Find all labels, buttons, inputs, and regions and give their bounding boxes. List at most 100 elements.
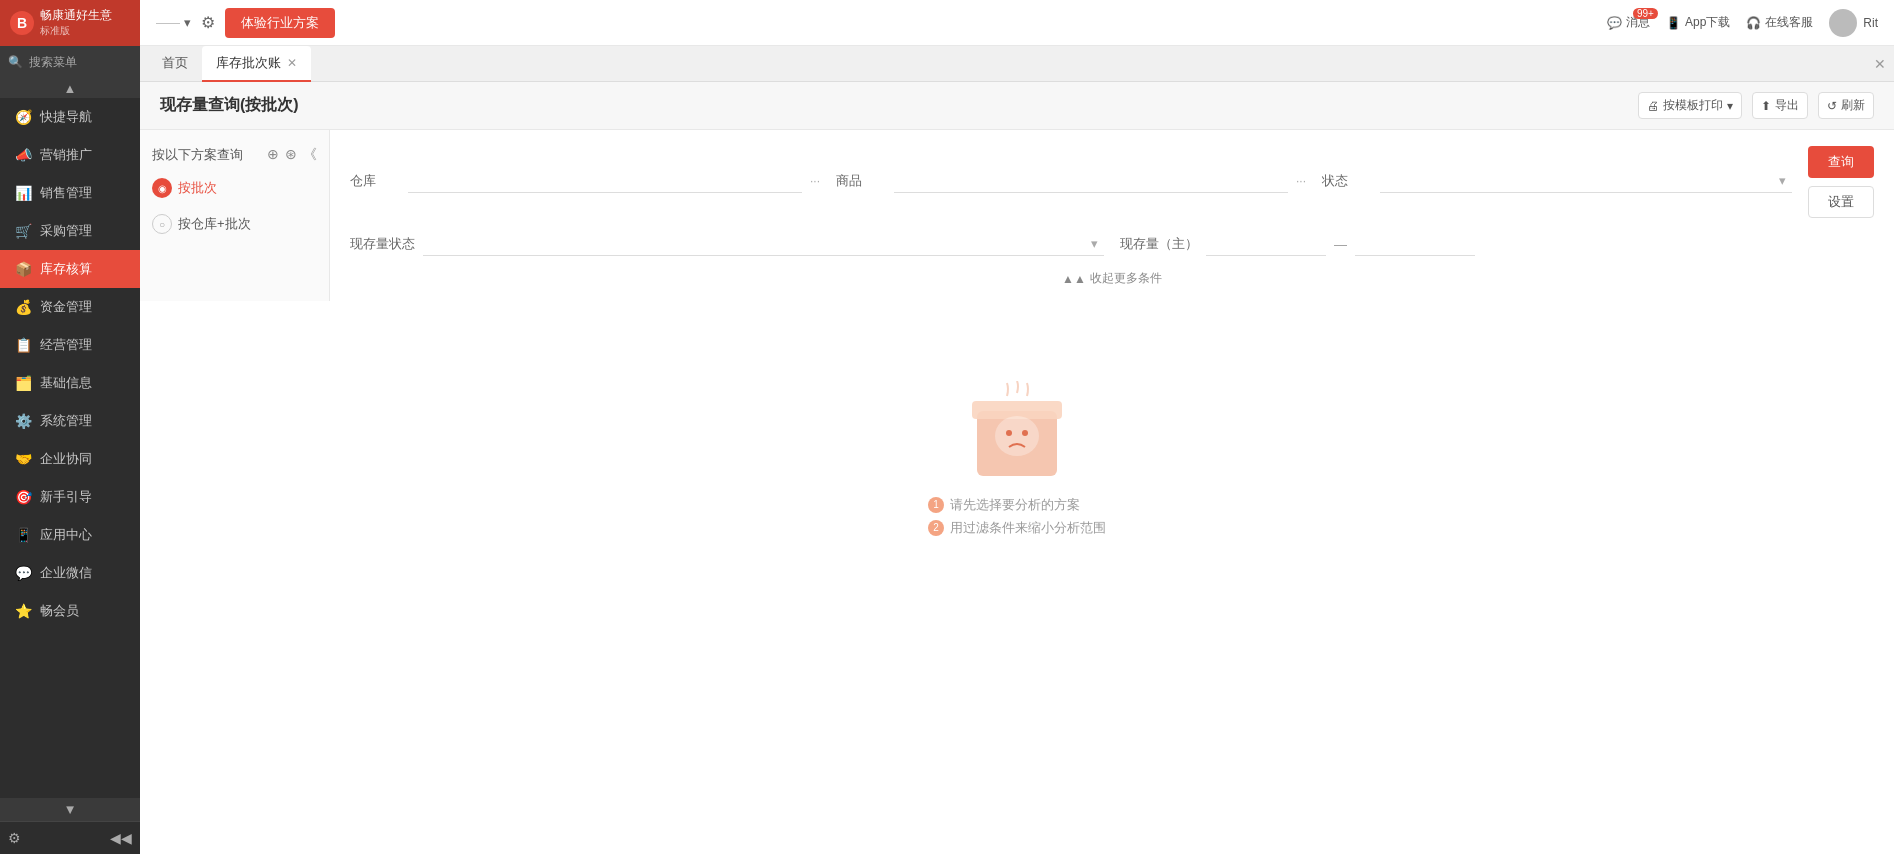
sidebar-item-label: 企业协同 [40,450,92,468]
scroll-down-btn[interactable]: ▼ [0,798,140,821]
scheme-batch[interactable]: ◉ 按批次 [140,170,329,206]
sidebar-item-label: 库存核算 [40,260,92,278]
topbar-right: 💬 消息 99+ 📱 App下载 🎧 在线客服 Rit [1607,9,1878,37]
filter-main: 仓库 ··· 商品 ··· 状态 ▾ [330,130,1894,301]
stock-qty-field: 现存量（主） — [1120,232,1874,256]
app-version: 标准版 [40,24,112,38]
search-label: 搜索菜单 [29,54,77,71]
main-content: —— ▾ ⚙ 体验行业方案 💬 消息 99+ 📱 App下载 🎧 在线客服 [140,0,1894,854]
nav-icon: 🎯 [14,488,32,506]
sidebar-header: B 畅康通好生意 标准版 [0,0,140,46]
goods-more-icon[interactable]: ··· [1296,174,1306,188]
nav-icon: 📱 [14,526,32,544]
sidebar-item-label: 新手引导 [40,488,92,506]
status-select[interactable]: ▾ [1380,169,1792,193]
collapse-scheme-icon[interactable]: 《 [303,146,317,164]
scheme-warehouse-batch[interactable]: ○ 按仓库+批次 [140,206,329,242]
topbar: —— ▾ ⚙ 体验行业方案 💬 消息 99+ 📱 App下载 🎧 在线客服 [140,0,1894,46]
print-template-btn[interactable]: 🖨 按模板打印 ▾ [1638,92,1742,119]
nav-icon: 💰 [14,298,32,316]
page-content: 现存量查询(按批次) 🖨 按模板打印 ▾ ⬆ 导出 ↺ 刷新 [140,82,1894,854]
sidebar-item-label: 系统管理 [40,412,92,430]
warehouse-input[interactable] [408,169,802,193]
stock-status-label: 现存量状态 [350,235,415,253]
page-title: 现存量查询(按批次) [160,95,299,116]
svg-point-3 [1006,430,1012,436]
stock-qty-min-input[interactable] [1206,232,1326,256]
sidebar-item-sales[interactable]: 📊 销售管理 [0,174,140,212]
sidebar-item-inventory[interactable]: 📦 库存核算 [0,250,140,288]
goods-field: 商品 ··· [836,169,1306,193]
nav-icon: 🛒 [14,222,32,240]
dropdown-arrow-icon: ▾ [184,15,191,30]
query-btn[interactable]: 查询 [1808,146,1874,178]
stock-status-select[interactable]: ▾ [423,232,1104,256]
sidebar-item-enterprise[interactable]: 🤝 企业协同 [0,440,140,478]
warehouse-label: 仓库 [350,172,400,190]
add-scheme-icon[interactable]: ⊕ [267,146,279,164]
sidebar-item-operations[interactable]: 📋 经营管理 [0,326,140,364]
goods-label: 商品 [836,172,886,190]
warehouse-more-icon[interactable]: ··· [810,174,820,188]
online-service-btn[interactable]: 🎧 在线客服 [1746,14,1813,31]
nav-icon: 🧭 [14,108,32,126]
sidebar-item-label: 应用中心 [40,526,92,544]
workspace-dropdown[interactable]: —— ▾ [156,15,191,30]
sidebar-item-appstore[interactable]: 📱 应用中心 [0,516,140,554]
scheme-batch-label: 按批次 [178,179,217,197]
refresh-btn[interactable]: ↺ 刷新 [1818,92,1874,119]
sidebar-bottom: ⚙ ◀◀ [0,821,140,854]
tab-inventory-batch[interactable]: 库存批次账 ✕ [202,46,311,82]
app-download-label: App下载 [1685,14,1730,31]
sidebar-item-label: 企业微信 [40,564,92,582]
sidebar-item-label: 基础信息 [40,374,92,392]
stock-status-field: 现存量状态 ▾ [350,232,1104,256]
sidebar-item-label: 经营管理 [40,336,92,354]
stock-qty-max-input[interactable] [1355,232,1475,256]
collapse-label: 收起更多条件 [1090,270,1162,287]
tab-close-icon[interactable]: ✕ [287,56,297,70]
sidebar-item-guide[interactable]: 🎯 新手引导 [0,478,140,516]
sidebar-search[interactable]: 🔍 搜索菜单 [0,46,140,79]
print-dropdown-arrow: ▾ [1727,99,1733,113]
page-header-actions: 🖨 按模板打印 ▾ ⬆ 导出 ↺ 刷新 [1638,92,1874,119]
sidebar-nav: 🧭 快捷导航 📣 营销推广 📊 销售管理 🛒 采购管理 📦 库存核算 💰 资金管… [0,98,140,798]
sidebar-item-quick-nav[interactable]: 🧭 快捷导航 [0,98,140,136]
topbar-settings-icon[interactable]: ⚙ [201,13,215,32]
sidebar-item-finance[interactable]: 💰 资金管理 [0,288,140,326]
filter-collapse-btn[interactable]: ▲▲ 收起更多条件 [350,270,1874,287]
export-btn[interactable]: ⬆ 导出 [1752,92,1808,119]
filter-panel: 按以下方案查询 ⊕ ⊛ 《 ◉ 按批次 ○ 按仓库+批次 [140,130,1894,301]
tab-inventory-batch-label: 库存批次账 [216,54,281,72]
nav-icon: 📦 [14,260,32,278]
messages-btn[interactable]: 💬 消息 99+ [1607,14,1650,31]
hint-num-1: 1 [928,497,944,513]
tab-home[interactable]: 首页 [148,46,202,82]
scheme-warehouse-batch-icon: ○ [152,214,172,234]
sidebar-item-marketing[interactable]: 📣 营销推广 [0,136,140,174]
collapse-sidebar-icon[interactable]: ◀◀ [110,830,132,846]
settings-btn[interactable]: 设置 [1808,186,1874,218]
goods-input[interactable] [894,169,1288,193]
app-logo: B [10,11,34,35]
page-header: 现存量查询(按批次) 🖨 按模板打印 ▾ ⬆ 导出 ↺ 刷新 [140,82,1894,130]
print-label: 按模板打印 [1663,97,1723,114]
online-service-label: 在线客服 [1765,14,1813,31]
sidebar-item-basics[interactable]: 🗂️ 基础信息 [0,364,140,402]
stock-status-arrow: ▾ [1091,236,1098,251]
close-all-tabs-icon[interactable]: ✕ [1874,56,1886,72]
sidebar-item-purchase[interactable]: 🛒 采购管理 [0,212,140,250]
scroll-up-btn[interactable]: ▲ [0,79,140,98]
filter-actions: 查询 设置 [1808,144,1874,218]
settings-icon[interactable]: ⚙ [8,830,21,846]
sidebar-item-wechat[interactable]: 💬 企业微信 [0,554,140,592]
sidebar-item-member[interactable]: ⭐ 畅会员 [0,592,140,630]
trial-btn[interactable]: 体验行业方案 [225,8,335,38]
settings-scheme-icon[interactable]: ⊛ [285,146,297,164]
app-download-btn[interactable]: 📱 App下载 [1666,14,1730,31]
sidebar-item-system[interactable]: ⚙️ 系统管理 [0,402,140,440]
user-profile[interactable]: Rit [1829,9,1878,37]
app-info: 畅康通好生意 标准版 [40,8,112,38]
stock-qty-label: 现存量（主） [1120,235,1198,253]
export-label: 导出 [1775,97,1799,114]
